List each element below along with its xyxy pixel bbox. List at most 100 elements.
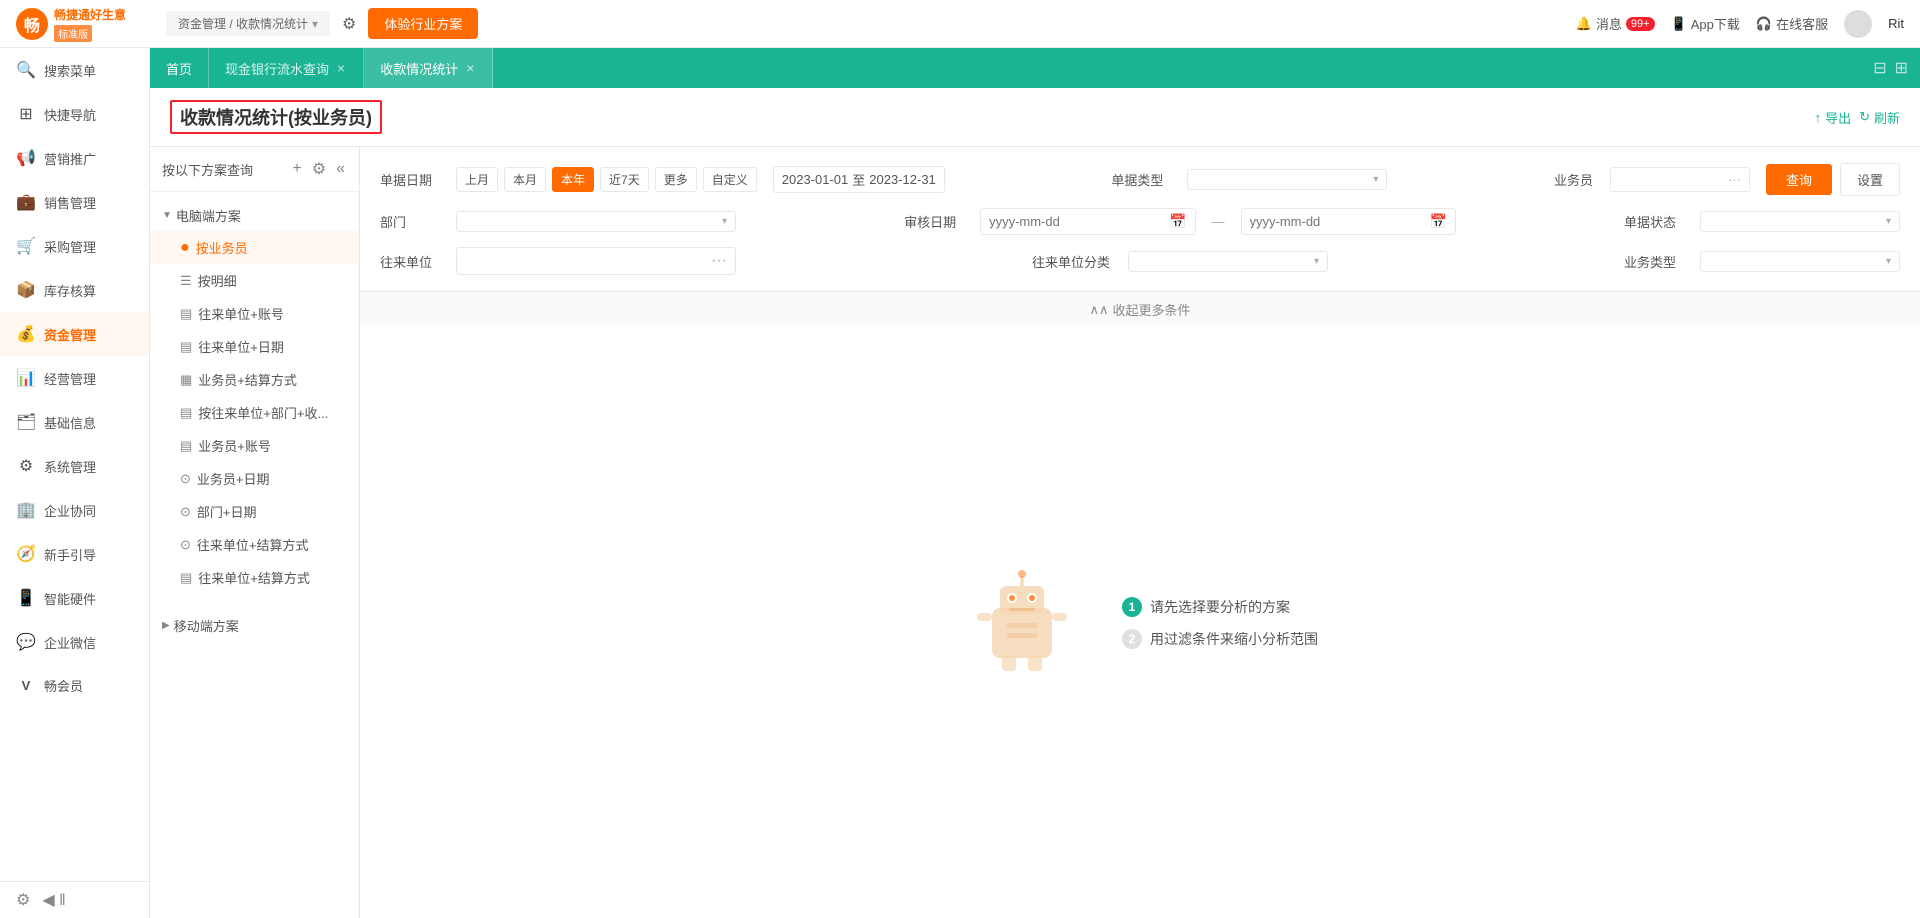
scheme-item-counterpart-settlement3[interactable]: ▤ 往来单位+结算方式 — [150, 561, 359, 594]
sidebar-item-sales[interactable]: 💼 销售管理 — [0, 180, 149, 224]
sidebar-item-member[interactable]: V 畅会员 — [0, 664, 149, 707]
settings-button[interactable]: 设置 — [1840, 163, 1900, 196]
scheme-settings-button[interactable]: ⚙ — [310, 157, 328, 181]
trial-button[interactable]: 体验行业方案 — [368, 8, 478, 39]
doc-status-arrow-icon: ▾ — [1886, 216, 1891, 227]
scheme-header: 按以下方案查询 + ⚙ « — [150, 147, 359, 192]
online-service-item[interactable]: 🎧 在线客服 — [1756, 14, 1828, 33]
scheme-item-counterpart-settlement2[interactable]: ⊙ 往来单位+结算方式 — [150, 528, 359, 561]
refresh-icon: ↻ — [1859, 109, 1870, 125]
tab-bar: 首页 现金银行流水查询 × 收款情况统计 × ⊟ ⊞ — [150, 48, 1920, 88]
main-wrapper: 🔍 搜索菜单 ⊞ 快捷导航 📢 营销推广 💼 销售管理 🛒 采购管理 📦 库存核… — [0, 48, 1920, 918]
tab-bank-close-icon[interactable]: × — [335, 58, 347, 78]
sidebar-item-guide[interactable]: 🧭 新手引导 — [0, 532, 149, 576]
sidebar-item-base[interactable]: 🗂 基础信息 — [0, 400, 149, 444]
collapse-bar[interactable]: ∧∧ 收起更多条件 — [360, 292, 1920, 327]
review-to-input[interactable] — [1250, 214, 1426, 229]
marketing-icon: 📢 — [16, 148, 36, 168]
notification-item[interactable]: 🔔 消息 99+ — [1576, 14, 1655, 33]
sidebar-item-purchase[interactable]: 🛒 采购管理 — [0, 224, 149, 268]
breadcrumb-arrow-icon: ▾ — [312, 17, 318, 31]
app-download-label: App下载 — [1691, 14, 1740, 33]
sidebar-item-wechat[interactable]: 💬 企业微信 — [0, 620, 149, 664]
counterpart-dots-icon[interactable]: ··· — [711, 252, 727, 270]
sidebar-label-guide: 新手引导 — [44, 545, 96, 564]
export-button[interactable]: ↑ 导出 — [1815, 108, 1852, 127]
sidebar-item-system[interactable]: ⚙ 系统管理 — [0, 444, 149, 488]
scheme-add-button[interactable]: + — [290, 158, 303, 180]
date-btn-last-month[interactable]: 上月 — [456, 167, 498, 192]
date-btn-this-year[interactable]: 本年 — [552, 167, 594, 192]
header-breadcrumb[interactable]: 资金管理 / 收款情况统计 ▾ — [166, 11, 330, 36]
scheme-item-by-detail[interactable]: ☰ 按明细 — [150, 264, 359, 297]
sidebar-collapse-icon[interactable]: ◀ ‖ — [42, 890, 65, 910]
filter-business-type-select[interactable]: ▾ — [1700, 251, 1900, 272]
scheme-item-label-sacct: 业务员+账号 — [198, 436, 271, 455]
app-download-item[interactable]: 📱 App下载 — [1671, 14, 1740, 33]
settings-icon[interactable]: ⚙ — [338, 10, 360, 38]
filter-doc-type-select[interactable]: ▾ — [1187, 169, 1387, 190]
tab-expand-icon[interactable]: ⊞ — [1895, 58, 1908, 78]
query-button[interactable]: 查询 — [1766, 164, 1832, 195]
filter-doc-status-select[interactable]: ▾ — [1700, 211, 1900, 232]
sidebar-item-finance[interactable]: 💰 资金管理 — [0, 312, 149, 356]
sidebar-item-quicknav[interactable]: ⊞ 快捷导航 — [0, 92, 149, 136]
tab-receipt[interactable]: 收款情况统计 × — [364, 48, 493, 88]
filter-review-date-to[interactable]: 📅 — [1241, 208, 1456, 235]
sidebar-item-operations[interactable]: 📊 经营管理 — [0, 356, 149, 400]
sidebar-item-enterprise[interactable]: 🏢 企业协同 — [0, 488, 149, 532]
scheme-item-dept-date[interactable]: ⊙ 部门+日期 — [150, 495, 359, 528]
breadcrumb-text: 资金管理 / 收款情况统计 — [178, 15, 308, 32]
review-to-calendar-icon[interactable]: 📅 — [1430, 213, 1447, 230]
tab-bank[interactable]: 现金银行流水查询 × — [209, 48, 364, 88]
step-2-num: 2 — [1122, 629, 1142, 649]
tab-receipt-close-icon[interactable]: × — [464, 58, 476, 78]
sidebar-item-hardware[interactable]: 📱 智能硬件 — [0, 576, 149, 620]
scheme-item-icon-cs2: ⊙ — [180, 537, 191, 553]
sidebar-settings-icon[interactable]: ⚙ — [16, 890, 30, 910]
date-btn-7days[interactable]: 近7天 — [600, 167, 649, 192]
enterprise-icon: 🏢 — [16, 500, 36, 520]
filter-area: 单据日期 上月 本月 本年 近7天 更多 自定义 2023-01-01 至 — [360, 147, 1920, 918]
sidebar-label-enterprise: 企业协同 — [44, 501, 96, 520]
scheme-item-salesperson-date[interactable]: ⊙ 业务员+日期 — [150, 462, 359, 495]
scheme-item-counterpart-account[interactable]: ▤ 往来单位+账号 — [150, 297, 359, 330]
counterpart-input[interactable] — [465, 254, 707, 269]
scheme-item-counterpart-dept[interactable]: ▤ 按往来单位+部门+收... — [150, 396, 359, 429]
logo-text: 畅捷通好生意 — [54, 6, 126, 23]
sidebar-label-base: 基础信息 — [44, 413, 96, 432]
tab-home[interactable]: 首页 — [150, 48, 209, 88]
date-btn-this-month[interactable]: 本月 — [504, 167, 546, 192]
tab-bank-label: 现金银行流水查询 — [225, 59, 329, 78]
filter-dept-select[interactable]: ▾ — [456, 211, 736, 232]
sidebar-item-marketing[interactable]: 📢 营销推广 — [0, 136, 149, 180]
filter-counterpart-category-select[interactable]: ▾ — [1128, 251, 1328, 272]
scheme-item-counterpart-date[interactable]: ▤ 往来单位+日期 — [150, 330, 359, 363]
filter-counterpart-input[interactable]: ··· — [456, 247, 736, 275]
scheme-item-icon-ss: ▦ — [180, 372, 192, 388]
mobile-scheme-section-title[interactable]: ▶ 移动端方案 — [150, 610, 359, 641]
filter-date-range[interactable]: 2023-01-01 至 2023-12-31 — [773, 166, 945, 193]
sidebar-item-inventory[interactable]: 📦 库存核算 — [0, 268, 149, 312]
scheme-item-salesperson-account[interactable]: ▤ 业务员+账号 — [150, 429, 359, 462]
tab-minimize-icon[interactable]: ⊟ — [1873, 58, 1886, 78]
scheme-collapse-button[interactable]: « — [334, 158, 347, 180]
sidebar-label-operations: 经营管理 — [44, 369, 96, 388]
sidebar-item-search[interactable]: 🔍 搜索菜单 — [0, 48, 149, 92]
filter-salesperson-select[interactable]: ··· — [1610, 167, 1750, 192]
scheme-item-by-salesperson[interactable]: ● 按业务员 — [150, 231, 359, 264]
refresh-button[interactable]: ↻ 刷新 — [1859, 108, 1900, 127]
scheme-item-salesperson-settlement[interactable]: ▦ 业务员+结算方式 — [150, 363, 359, 396]
sidebar-label-member: 畅会员 — [44, 676, 83, 695]
filter-review-date-from[interactable]: 📅 — [980, 208, 1195, 235]
date-btn-more[interactable]: 更多 — [655, 167, 697, 192]
review-from-calendar-icon[interactable]: 📅 — [1169, 213, 1186, 230]
notification-label: 消息 — [1596, 14, 1622, 33]
user-avatar[interactable] — [1844, 10, 1872, 38]
date-btn-custom[interactable]: 自定义 — [703, 167, 757, 192]
review-from-input[interactable] — [989, 214, 1165, 229]
salesperson-dots-icon[interactable]: ··· — [1728, 172, 1741, 187]
scheme-item-icon-ddate: ⊙ — [180, 504, 191, 520]
sales-icon: 💼 — [16, 192, 36, 212]
pc-scheme-section-title[interactable]: ▼ 电脑端方案 — [150, 200, 359, 231]
